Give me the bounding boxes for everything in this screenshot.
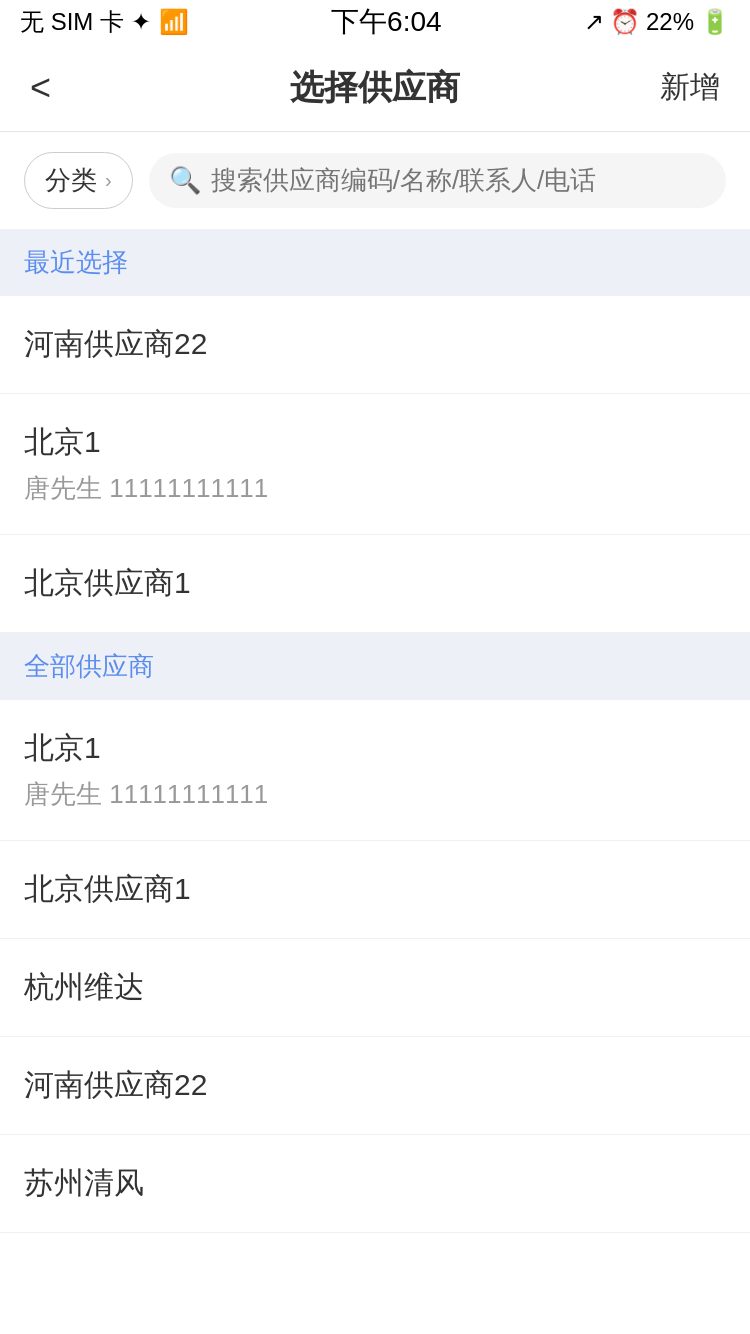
status-bar: 无 SIM 卡 ✦ 📶 下午6:04 ↗ ⏰ 22% 🔋 [0,0,750,44]
item-name: 河南供应商22 [24,324,726,365]
nav-bar: < 选择供应商 新增 [0,44,750,132]
alarm-icon: ⏰ [610,8,640,36]
back-button[interactable]: < [30,67,90,109]
item-name: 北京1 [24,422,726,463]
status-time: 下午6:04 [331,3,442,41]
item-name: 杭州维达 [24,967,726,1008]
recent-label: 最近选择 [24,247,128,277]
status-left: 无 SIM 卡 ✦ 📶 [20,6,189,38]
list-item[interactable]: 北京1 唐先生 11111111111 [0,394,750,535]
status-right: ↗ ⏰ 22% 🔋 [584,8,730,36]
all-list: 北京1 唐先生 11111111111 北京供应商1 杭州维达河南供应商22 苏州清风 [0,700,750,1233]
search-icon: 🔍 [169,165,201,196]
item-name: 北京供应商1 [24,869,726,910]
page-title: 选择供应商 [290,65,460,111]
category-filter-button[interactable]: 分类 › [24,152,133,209]
recent-section-header: 最近选择 [0,229,750,296]
list-item[interactable]: 河南供应商22 [0,296,750,394]
search-bar: 分类 › 🔍 [0,132,750,229]
list-item[interactable]: 北京供应商1 [0,535,750,633]
item-name: 苏州清风 [24,1163,726,1204]
all-label: 全部供应商 [24,651,154,681]
location-icon: ↗ [584,8,604,36]
sim-status: 无 SIM 卡 ✦ [20,6,151,38]
wifi-icon: 📶 [159,8,189,36]
battery-text: 22% [646,8,694,36]
list-item[interactable]: 北京供应商1 [0,841,750,939]
all-section-header: 全部供应商 [0,633,750,700]
item-name: 北京1 [24,728,726,769]
list-item[interactable]: 苏州清风 [0,1135,750,1233]
list-item[interactable]: 杭州维达 [0,939,750,1037]
recent-list: 河南供应商22 北京1 唐先生 11111111111 北京供应商1 [0,296,750,633]
item-sub: 唐先生 11111111111 [24,777,726,812]
list-item[interactable]: 河南供应商22 [0,1037,750,1135]
item-name: 北京供应商1 [24,563,726,604]
item-sub: 唐先生 11111111111 [24,471,726,506]
category-label: 分类 [45,163,97,198]
list-item[interactable]: 北京1 唐先生 11111111111 [0,700,750,841]
battery-icon: 🔋 [700,8,730,36]
add-button[interactable]: 新增 [660,67,720,108]
search-input-wrap: 🔍 [149,153,726,208]
chevron-right-icon: › [105,169,112,192]
search-input[interactable] [211,165,706,196]
item-name: 河南供应商22 [24,1065,726,1106]
